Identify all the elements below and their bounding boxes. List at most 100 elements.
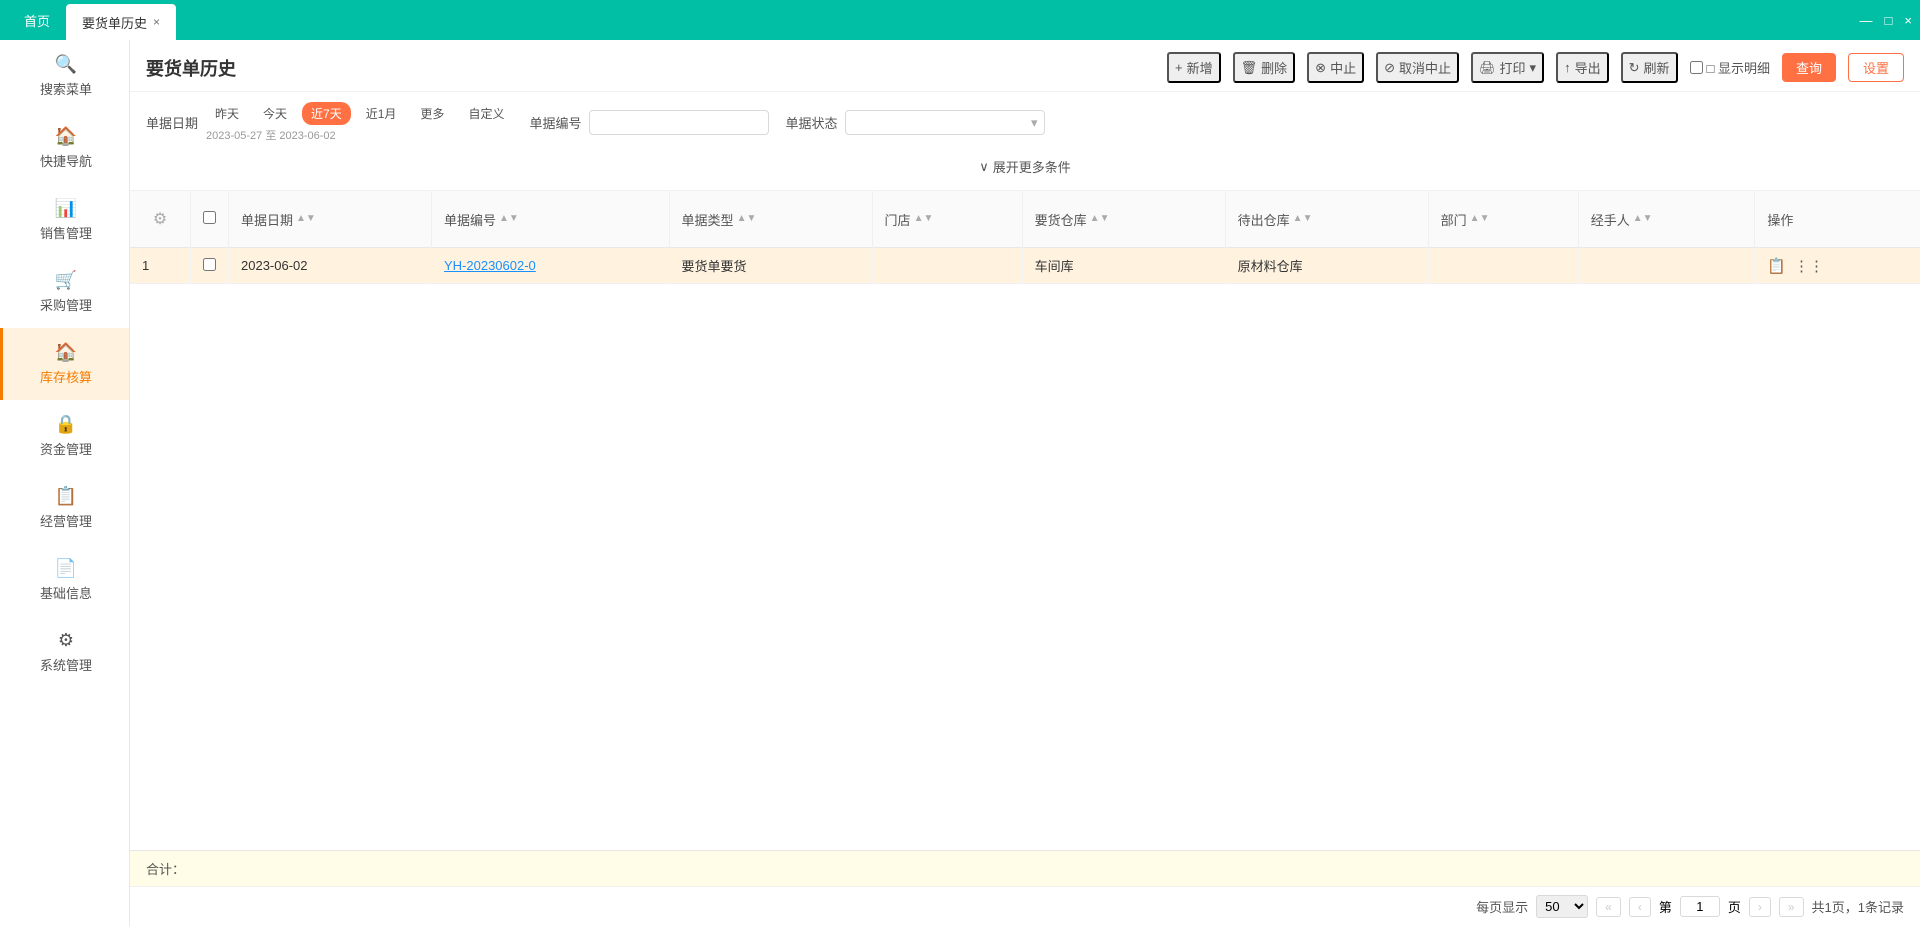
row-number: YH-20230602-0 bbox=[432, 248, 670, 284]
stop-button[interactable]: ⊗ 中止 bbox=[1307, 52, 1364, 83]
sort-icon-store: ▲▼ bbox=[914, 215, 934, 223]
sidebar-item-label-purchase: 采购管理 bbox=[40, 295, 92, 314]
row-handler bbox=[1578, 248, 1755, 284]
page-label: 页 bbox=[1728, 897, 1741, 916]
summary-label: 合计： bbox=[146, 862, 185, 877]
sidebar-item-finance[interactable]: 🔒 资金管理 bbox=[0, 400, 129, 472]
checkbox-col-header bbox=[191, 191, 229, 248]
date-btn-today[interactable]: 今天 bbox=[254, 102, 296, 125]
search-menu-icon: 🔍 bbox=[55, 54, 77, 75]
new-icon: + bbox=[1175, 60, 1183, 75]
expand-more-button[interactable]: ∨ 展开更多条件 bbox=[967, 153, 1083, 180]
sort-icon-handler: ▲▼ bbox=[1633, 215, 1653, 223]
home-tab[interactable]: 首页 bbox=[8, 0, 66, 40]
cancel-stop-label: 取消中止 bbox=[1399, 58, 1451, 77]
sidebar-item-quick-nav[interactable]: 🏠 快捷导航 bbox=[0, 112, 129, 184]
date-btn-more[interactable]: 更多 bbox=[411, 102, 453, 125]
print-dropdown-icon: ▾ bbox=[1530, 60, 1537, 76]
table-header-row: ⚙ 单据日期 ▲▼ 单据编号 bbox=[130, 191, 1920, 248]
delete-button[interactable]: 🗑 删除 bbox=[1233, 52, 1296, 83]
date-btn-yesterday[interactable]: 昨天 bbox=[206, 102, 248, 125]
row-index: 1 bbox=[130, 248, 191, 284]
toolbar: + 新增 🗑 删除 ⊗ 中止 ⊘ 取消中止 🖨 打印 bbox=[1167, 52, 1904, 83]
row-type: 要货单要货 bbox=[669, 248, 872, 284]
sort-request-warehouse[interactable]: 要货仓库 ▲▼ bbox=[1035, 210, 1213, 229]
sidebar-item-label-quick-nav: 快捷导航 bbox=[40, 151, 92, 170]
settings-label: 设置 bbox=[1863, 58, 1889, 77]
settings-button[interactable]: 设置 bbox=[1848, 53, 1904, 82]
total-info: 共1页，1条记录 bbox=[1812, 897, 1904, 916]
sort-icon-pending-warehouse: ▲▼ bbox=[1293, 215, 1313, 223]
sidebar-item-label-basic-info: 基础信息 bbox=[40, 583, 92, 602]
refresh-button[interactable]: ↻ 刷新 bbox=[1621, 52, 1678, 83]
system-icon: ⚙ bbox=[58, 630, 74, 651]
print-label: 打印 bbox=[1500, 58, 1526, 77]
sort-icon-type: ▲▼ bbox=[737, 215, 757, 223]
print-button[interactable]: 🖨 打印 ▾ bbox=[1471, 52, 1544, 83]
sidebar-item-purchase[interactable]: 🛒 采购管理 bbox=[0, 256, 129, 328]
export-button[interactable]: ↑ 导出 bbox=[1556, 52, 1609, 83]
prev-page-button[interactable]: ‹ bbox=[1629, 897, 1651, 917]
show-detail-input[interactable] bbox=[1690, 61, 1703, 74]
sort-icon-date: ▲▼ bbox=[296, 215, 316, 223]
show-detail-checkbox[interactable]: □ 显示明细 bbox=[1690, 58, 1770, 77]
sidebar-item-search-menu[interactable]: 🔍 搜索菜单 bbox=[0, 40, 129, 112]
next-page-button[interactable]: › bbox=[1749, 897, 1771, 917]
close-tab-icon[interactable]: × bbox=[153, 15, 160, 29]
row-select-checkbox[interactable] bbox=[203, 258, 216, 271]
date-range-display: 2023-05-27 至 2023-06-02 bbox=[206, 127, 513, 143]
row-more-button[interactable]: ⋮⋮ bbox=[1794, 257, 1824, 275]
date-btn-custom[interactable]: 自定义 bbox=[459, 102, 513, 125]
sort-department[interactable]: 部门 ▲▼ bbox=[1441, 210, 1566, 229]
gear-button[interactable]: ⚙ bbox=[142, 201, 178, 237]
date-filter-group: 单据日期 昨天 今天 近7天 近1月 更多 自定义 2023-05-27 至 2… bbox=[146, 102, 513, 143]
page-size-label: 每页显示 bbox=[1476, 897, 1528, 916]
sidebar-item-basic-info[interactable]: 📄 基础信息 bbox=[0, 544, 129, 616]
th-actions: 操作 bbox=[1755, 191, 1920, 248]
delete-label: 删除 bbox=[1261, 58, 1287, 77]
cancel-stop-button[interactable]: ⊘ 取消中止 bbox=[1376, 52, 1459, 83]
page-input[interactable] bbox=[1680, 896, 1720, 917]
select-all-checkbox[interactable] bbox=[203, 211, 216, 224]
sidebar-item-label-sales: 销售管理 bbox=[40, 223, 92, 242]
print-icon: 🖨 bbox=[1479, 60, 1496, 76]
expand-more-icon: ∨ bbox=[979, 159, 989, 175]
minimize-button[interactable]: — bbox=[1860, 13, 1873, 28]
query-label: 查询 bbox=[1796, 58, 1822, 77]
sort-date[interactable]: 单据日期 ▲▼ bbox=[241, 210, 419, 229]
doc-number-input[interactable] bbox=[589, 110, 769, 135]
row-number-link[interactable]: YH-20230602-0 bbox=[444, 258, 536, 273]
date-btn-1month[interactable]: 近1月 bbox=[357, 102, 406, 125]
sort-type[interactable]: 单据类型 ▲▼ bbox=[682, 210, 860, 229]
th-store: 门店 ▲▼ bbox=[872, 191, 1022, 248]
sort-number[interactable]: 单据编号 ▲▼ bbox=[444, 210, 657, 229]
date-btn-7days[interactable]: 近7天 bbox=[302, 102, 351, 125]
sidebar-item-system[interactable]: ⚙ 系统管理 bbox=[0, 616, 129, 688]
row-edit-button[interactable]: 📋 bbox=[1767, 257, 1786, 275]
sidebar-item-operations[interactable]: 📋 经营管理 bbox=[0, 472, 129, 544]
th-department: 部门 ▲▼ bbox=[1428, 191, 1578, 248]
new-button[interactable]: + 新增 bbox=[1167, 52, 1221, 83]
sort-store[interactable]: 门店 ▲▼ bbox=[885, 210, 1010, 229]
th-pending-warehouse: 待出仓库 ▲▼ bbox=[1225, 191, 1428, 248]
maximize-button[interactable]: □ bbox=[1885, 13, 1893, 28]
th-request-warehouse: 要货仓库 ▲▼ bbox=[1022, 191, 1225, 248]
sidebar-item-label-finance: 资金管理 bbox=[40, 439, 92, 458]
last-page-button[interactable]: » bbox=[1779, 897, 1804, 917]
status-select[interactable] bbox=[845, 110, 1045, 135]
refresh-label: 刷新 bbox=[1643, 58, 1669, 77]
row-actions: 📋 ⋮⋮ bbox=[1755, 248, 1920, 284]
sort-icon-department: ▲▼ bbox=[1470, 215, 1490, 223]
show-detail-label: □ 显示明细 bbox=[1707, 58, 1770, 77]
active-tab[interactable]: 要货单历史 × bbox=[66, 4, 176, 40]
query-button[interactable]: 查询 bbox=[1782, 53, 1836, 82]
sort-handler[interactable]: 经手人 ▲▼ bbox=[1591, 210, 1743, 229]
page-size-select[interactable]: 10 20 50 100 bbox=[1536, 895, 1588, 918]
sort-pending-warehouse[interactable]: 待出仓库 ▲▼ bbox=[1238, 210, 1416, 229]
sidebar-item-inventory[interactable]: 🏠 库存核算 bbox=[0, 328, 129, 400]
expand-more-label: 展开更多条件 bbox=[993, 157, 1071, 176]
sidebar: 🔍 搜索菜单 🏠 快捷导航 📊 销售管理 🛒 采购管理 🏠 库存核算 🔒 资金管… bbox=[0, 40, 130, 926]
window-close-button[interactable]: × bbox=[1904, 13, 1912, 28]
first-page-button[interactable]: « bbox=[1596, 897, 1621, 917]
sidebar-item-sales[interactable]: 📊 销售管理 bbox=[0, 184, 129, 256]
